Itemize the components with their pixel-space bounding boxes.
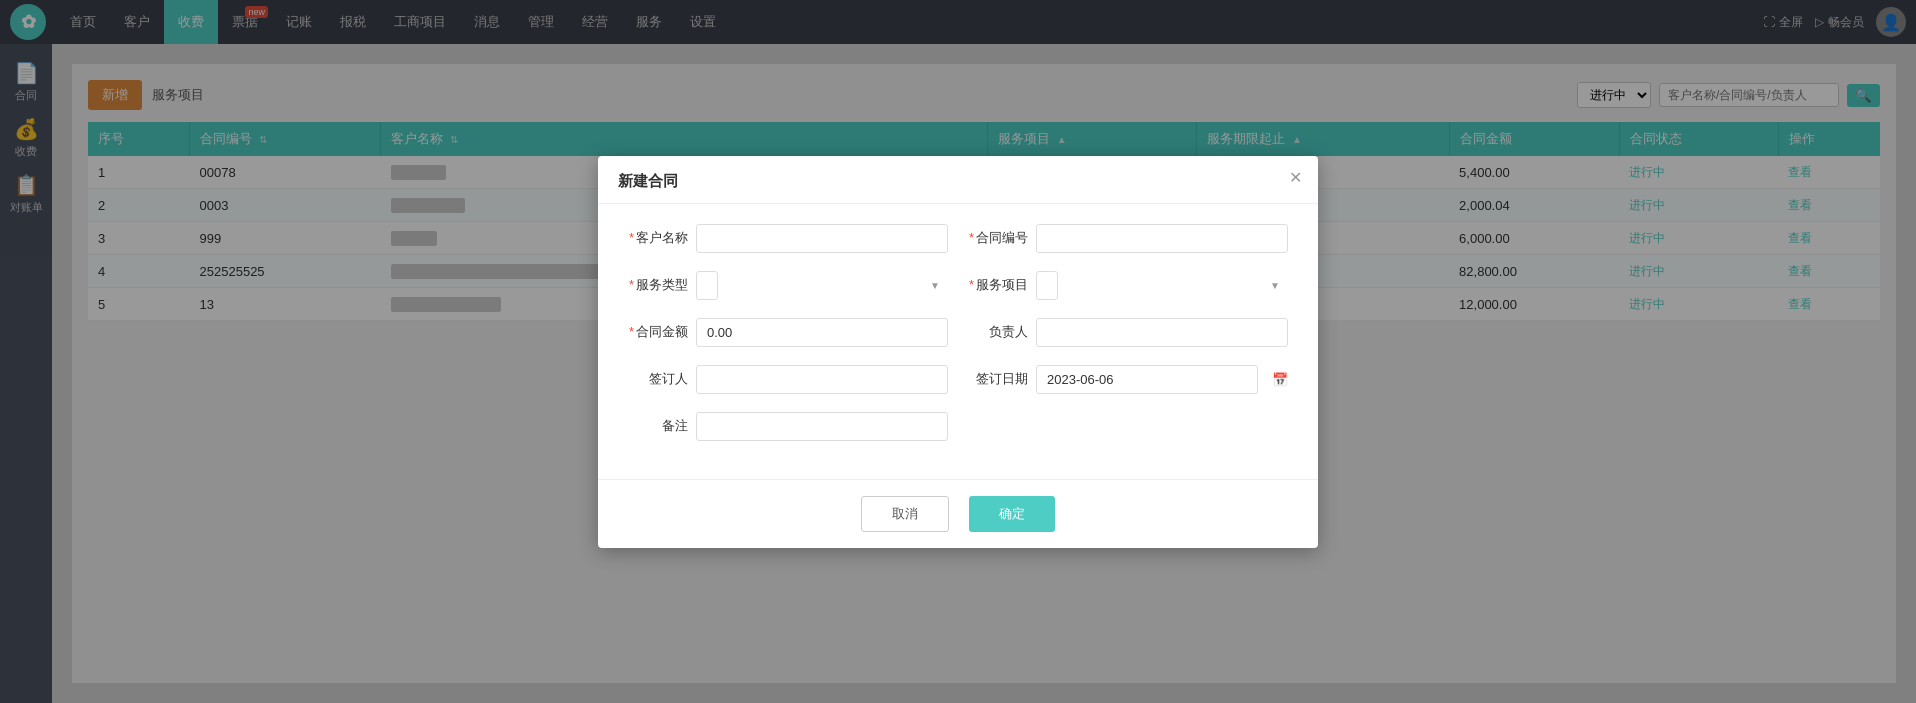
form-row-3: *合同金额 负责人 (628, 318, 1288, 347)
form-group-service-item: *服务项目 ▼ (968, 271, 1288, 300)
contract-amount-label: *合同金额 (628, 323, 688, 341)
customer-name-input[interactable] (696, 224, 948, 253)
form-group-amount: *合同金额 (628, 318, 948, 347)
sign-date-input[interactable] (1036, 365, 1258, 394)
service-type-label: *服务类型 (628, 276, 688, 294)
modal-header: 新建合同 (598, 156, 1318, 204)
service-item-arrow-icon: ▼ (1270, 280, 1280, 291)
form-group-responsible: 负责人 (968, 318, 1288, 347)
service-type-select[interactable] (696, 271, 718, 300)
form-group-signer: 签订人 (628, 365, 948, 394)
modal-close-btn[interactable]: ✕ (1289, 168, 1302, 187)
modal-title: 新建合同 (618, 172, 678, 189)
customer-name-label: *客户名称 (628, 229, 688, 247)
contract-amount-input[interactable] (696, 318, 948, 347)
new-contract-modal: 新建合同 ✕ *客户名称 *合同编号 (598, 156, 1318, 548)
service-item-label: *服务项目 (968, 276, 1028, 294)
contract-no-label: *合同编号 (968, 229, 1028, 247)
remark-input[interactable] (696, 412, 948, 441)
form-group-contract-no: *合同编号 (968, 224, 1288, 253)
responsible-person-label: 负责人 (968, 323, 1028, 341)
service-item-select[interactable] (1036, 271, 1058, 300)
service-item-wrapper: ▼ (1036, 271, 1288, 300)
cancel-btn[interactable]: 取消 (861, 496, 949, 532)
signer-label: 签订人 (628, 370, 688, 388)
sign-date-label: 签订日期 (968, 370, 1028, 388)
responsible-person-input[interactable] (1036, 318, 1288, 347)
modal-overlay[interactable]: 新建合同 ✕ *客户名称 *合同编号 (0, 0, 1916, 703)
form-group-sign-date: 签订日期 📅 (968, 365, 1288, 394)
form-row-2: *服务类型 ▼ *服务项目 ▼ (628, 271, 1288, 300)
form-group-service-type: *服务类型 ▼ (628, 271, 948, 300)
service-type-arrow-icon: ▼ (930, 280, 940, 291)
form-group-customer: *客户名称 (628, 224, 948, 253)
signer-input[interactable] (696, 365, 948, 394)
form-group-remark: 备注 (628, 412, 948, 441)
contract-no-input[interactable] (1036, 224, 1288, 253)
confirm-btn[interactable]: 确定 (969, 496, 1055, 532)
modal-footer: 取消 确定 (598, 479, 1318, 548)
remark-label: 备注 (628, 417, 688, 435)
service-type-wrapper: ▼ (696, 271, 948, 300)
form-row-5: 备注 (628, 412, 1288, 441)
calendar-icon[interactable]: 📅 (1272, 372, 1288, 387)
form-row-4: 签订人 签订日期 📅 (628, 365, 1288, 394)
form-row-1: *客户名称 *合同编号 (628, 224, 1288, 253)
modal-body: *客户名称 *合同编号 *服务类型 (598, 204, 1318, 479)
